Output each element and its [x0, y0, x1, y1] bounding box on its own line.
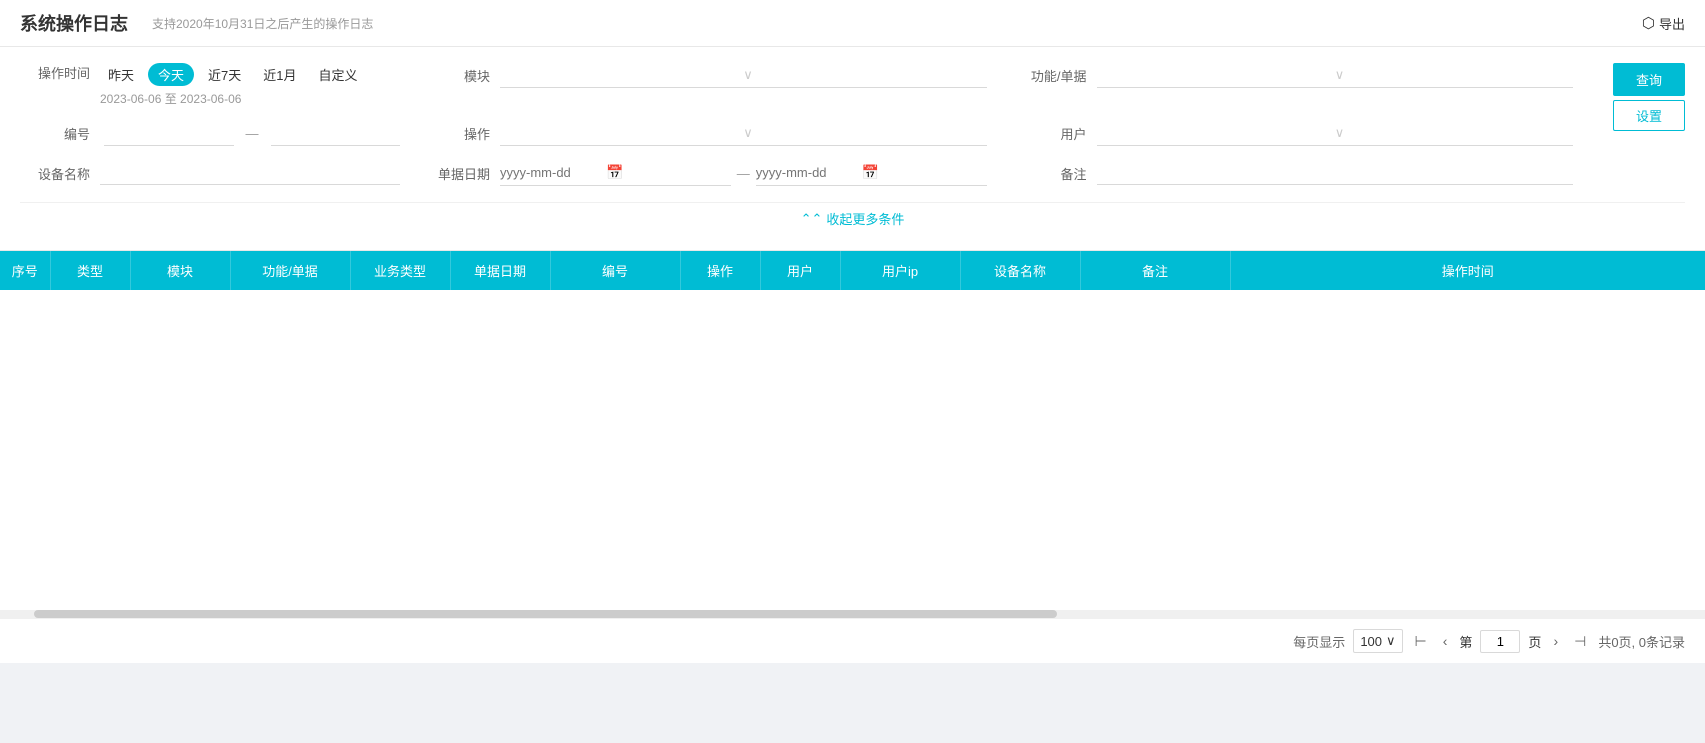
date-to-input[interactable] [756, 165, 856, 180]
settings-button[interactable]: 设置 [1613, 100, 1685, 131]
col-op-time: 操作时间 [1230, 251, 1705, 290]
number-label: 编号 [20, 124, 100, 143]
time-buttons: 昨天 今天 近7天 近1月 自定义 [100, 63, 366, 86]
page-size-select[interactable]: 100 ∨ [1353, 629, 1402, 653]
action-buttons: 查询 设置 [1613, 63, 1685, 131]
calendar-to-icon[interactable]: 📅 [862, 164, 879, 181]
col-module: 模块 [130, 251, 230, 290]
col-operation: 操作 [680, 251, 760, 290]
date-from-input[interactable] [500, 165, 600, 180]
filter-section: 操作时间 昨天 今天 近7天 近1月 自定义 2023-06-06 至 2023… [0, 47, 1705, 251]
col-device: 设备名称 [960, 251, 1080, 290]
number-sep: — [238, 126, 267, 141]
page-size-value: 100 [1360, 634, 1382, 649]
time-btn-yesterday[interactable]: 昨天 [100, 63, 142, 86]
col-index: 序号 [0, 251, 50, 290]
page-unit: 页 [1528, 632, 1541, 651]
calendar-from-icon[interactable]: 📅 [606, 164, 623, 181]
time-btn-7days[interactable]: 近7天 [200, 63, 249, 86]
export-label: 导出 [1659, 14, 1685, 33]
operation-label: 操作 [420, 124, 500, 143]
user-chevron-icon: ∨ [1335, 125, 1573, 141]
user-label: 用户 [1007, 124, 1097, 143]
scrollbar-thumb [34, 610, 1057, 618]
first-page-button[interactable]: ⊢ [1411, 631, 1431, 652]
time-label: 操作时间 [20, 63, 100, 82]
remark-label: 备注 [1007, 164, 1097, 183]
table-header-row: 序号 类型 模块 功能/单据 业务类型 单据日期 编号 操作 用户 用户ip 设… [0, 251, 1705, 290]
total-info: 共0页, 0条记录 [1598, 632, 1685, 651]
last-page-button[interactable]: ⊣ [1570, 631, 1590, 652]
module-label: 模块 [420, 66, 500, 85]
time-btn-custom[interactable]: 自定义 [311, 63, 366, 86]
col-user: 用户 [760, 251, 840, 290]
col-number: 编号 [550, 251, 680, 290]
user-select[interactable]: ∨ [1097, 121, 1574, 146]
col-date: 单据日期 [450, 251, 550, 290]
export-icon: ⬡ [1642, 14, 1655, 32]
col-biz-type: 业务类型 [350, 251, 450, 290]
horizontal-scrollbar[interactable] [0, 610, 1705, 618]
device-input[interactable] [100, 161, 400, 185]
col-feature: 功能/单据 [230, 251, 350, 290]
device-label: 设备名称 [20, 164, 100, 183]
collapse-button[interactable]: ⌃⌃ 收起更多条件 [20, 202, 1685, 234]
data-table: 序号 类型 模块 功能/单据 业务类型 单据日期 编号 操作 用户 用户ip 设… [0, 251, 1705, 610]
export-button[interactable]: ⬡ 导出 [1642, 14, 1685, 33]
col-type: 类型 [50, 251, 130, 290]
collapse-label: 收起更多条件 [826, 209, 904, 228]
table-section: 序号 类型 模块 功能/单据 业务类型 单据日期 编号 操作 用户 用户ip 设… [0, 251, 1705, 610]
prev-page-button[interactable]: ‹ [1439, 631, 1452, 651]
next-page-button[interactable]: › [1549, 631, 1562, 651]
feature-chevron-icon: ∨ [1335, 67, 1573, 83]
collapse-chevron-icon: ⌃⌃ [801, 211, 823, 227]
per-page-label: 每页显示 [1293, 632, 1345, 651]
page-header: 系统操作日志 支持2020年10月31日之后产生的操作日志 ⬡ 导出 [0, 0, 1705, 47]
module-chevron-icon: ∨ [743, 67, 986, 83]
time-btn-today[interactable]: 今天 [148, 63, 194, 86]
feature-select[interactable]: ∨ [1097, 63, 1574, 88]
number-from-input[interactable] [104, 122, 234, 146]
page-number-input[interactable] [1480, 630, 1520, 653]
col-user-ip: 用户ip [840, 251, 960, 290]
page-title: 系统操作日志 [20, 10, 128, 36]
page-label: 第 [1459, 632, 1472, 651]
empty-row [0, 290, 1705, 610]
date-sep: — [731, 166, 756, 181]
remark-input[interactable] [1097, 161, 1574, 185]
pagination: 每页显示 100 ∨ ⊢ ‹ 第 页 › ⊣ 共0页, 0条记录 [0, 618, 1705, 663]
page-size-chevron-icon: ∨ [1386, 633, 1396, 649]
operation-select[interactable]: ∨ [500, 121, 987, 146]
time-range: 2023-06-06 至 2023-06-06 [100, 90, 366, 107]
feature-label: 功能/单据 [1007, 66, 1097, 85]
page-subtitle: 支持2020年10月31日之后产生的操作日志 [152, 15, 373, 32]
time-btn-1month[interactable]: 近1月 [255, 63, 304, 86]
query-button[interactable]: 查询 [1613, 63, 1685, 96]
date-label: 单据日期 [420, 164, 500, 183]
module-select[interactable]: ∨ [500, 63, 987, 88]
operation-chevron-icon: ∨ [743, 125, 986, 141]
col-remark: 备注 [1080, 251, 1230, 290]
number-to-input[interactable] [271, 122, 401, 146]
